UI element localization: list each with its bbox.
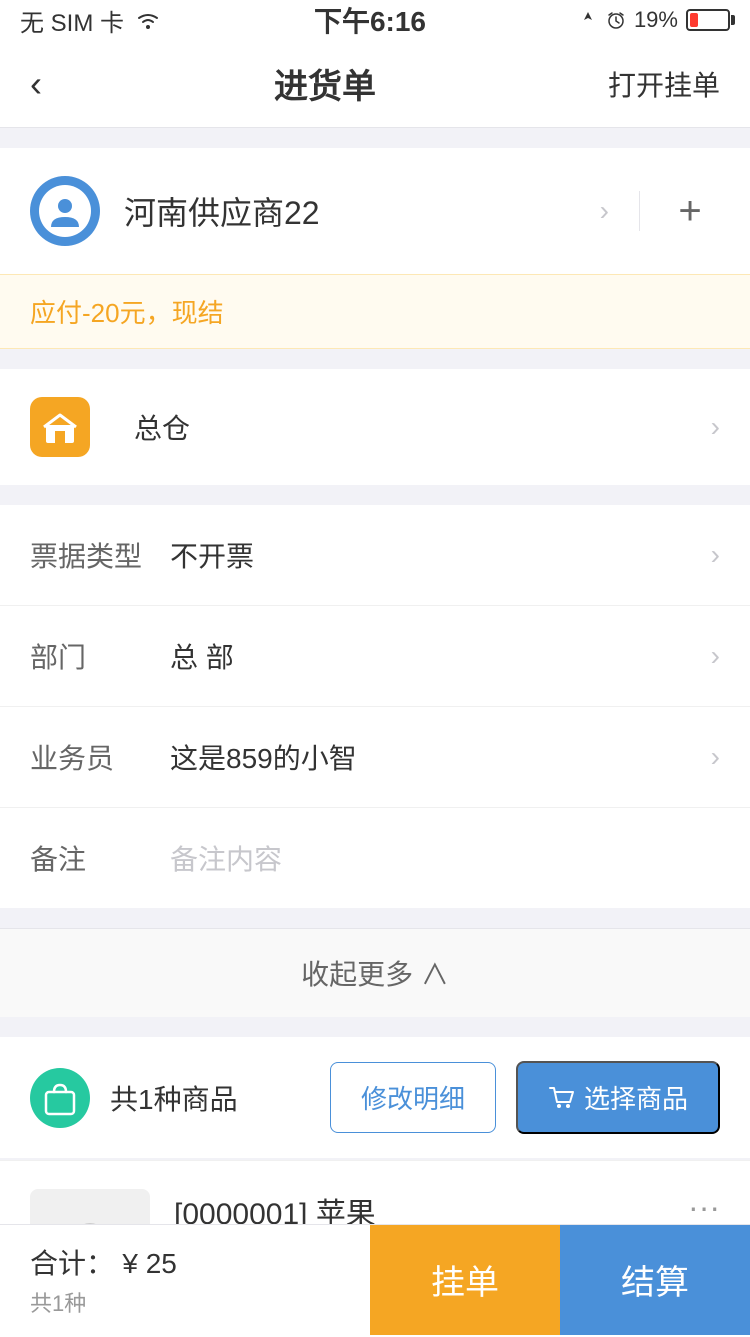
status-bar: 无 SIM 卡 下午6:16 19% (0, 0, 750, 40)
supplier-section: 河南供应商22 › + 应付-20元，现结 (0, 148, 750, 349)
nav-bar: ‹ 进货单 打开挂单 (0, 40, 750, 128)
collapse-toggle[interactable]: 收起更多 ∧ (0, 928, 750, 1017)
status-time: 下午6:16 (314, 0, 426, 40)
supplier-row: 河南供应商22 › + (0, 148, 750, 274)
status-carrier: 无 SIM 卡 (20, 3, 162, 38)
page-title: 进货单 (274, 59, 376, 108)
select-product-button[interactable]: 选择商品 (516, 1061, 720, 1134)
warehouse-icon (30, 397, 90, 457)
select-product-label: 选择商品 (584, 1079, 688, 1116)
person-icon (47, 193, 83, 229)
supplier-arrow-icon: › (600, 195, 609, 227)
salesperson-label: 业务员 (30, 737, 150, 777)
remark-placeholder[interactable]: 备注内容 (170, 838, 720, 878)
content: 河南供应商22 › + 应付-20元，现结 总仓 › 票据类型 不开票 › (0, 148, 750, 1337)
wifi-icon (134, 10, 162, 30)
checkout-button[interactable]: 结算 (560, 1225, 750, 1335)
warehouse-row[interactable]: 总仓 › (0, 369, 750, 485)
products-header: 共1种商品 修改明细 选择商品 (0, 1037, 750, 1158)
open-hang-button[interactable]: 打开挂单 (608, 64, 720, 104)
warehouse-section: 总仓 › (0, 369, 750, 485)
edit-detail-button[interactable]: 修改明细 (330, 1062, 496, 1133)
invoice-type-arrow-icon: › (711, 539, 720, 571)
bottom-bar: 合计： ¥ 25 共1种 挂单 结算 (0, 1224, 750, 1334)
total-count: 共1种 (30, 1286, 340, 1318)
invoice-type-row[interactable]: 票据类型 不开票 › (0, 505, 750, 606)
supplier-avatar (30, 176, 100, 246)
avatar-icon (39, 185, 91, 237)
department-label: 部门 (30, 636, 150, 676)
department-row[interactable]: 部门 总 部 › (0, 606, 750, 707)
total-amount: 合计： ¥ 25 (30, 1242, 340, 1282)
battery-icon (686, 9, 730, 31)
notice-banner: 应付-20元，现结 (0, 274, 750, 349)
back-button[interactable]: ‹ (30, 63, 42, 105)
salesperson-arrow-icon: › (711, 741, 720, 773)
remark-label: 备注 (30, 838, 150, 878)
product-menu-button[interactable]: ··· (688, 1189, 720, 1226)
shopping-bag-icon (42, 1080, 78, 1116)
invoice-type-value: 不开票 (170, 535, 711, 575)
form-section: 票据类型 不开票 › 部门 总 部 › 业务员 这是859的小智 › 备注 备注… (0, 505, 750, 908)
salesperson-row[interactable]: 业务员 这是859的小智 › (0, 707, 750, 808)
products-icon (30, 1068, 90, 1128)
department-value: 总 部 (170, 636, 711, 676)
supplier-name[interactable]: 河南供应商22 (124, 188, 600, 234)
status-indicators: 19% (578, 7, 730, 33)
total-area: 合计： ¥ 25 共1种 (0, 1242, 370, 1318)
invoice-type-label: 票据类型 (30, 535, 150, 575)
warehouse-name: 总仓 (134, 407, 711, 447)
warehouse-building-icon (42, 409, 78, 445)
products-count: 共1种商品 (110, 1078, 310, 1118)
add-supplier-button[interactable]: + (660, 181, 720, 241)
salesperson-value: 这是859的小智 (170, 737, 711, 777)
department-arrow-icon: › (711, 640, 720, 672)
cart-icon (548, 1084, 576, 1112)
alarm-icon (606, 10, 626, 30)
remark-row[interactable]: 备注 备注内容 (0, 808, 750, 908)
warehouse-arrow-icon: › (711, 411, 720, 443)
location-icon (578, 10, 598, 30)
divider (639, 191, 640, 231)
hang-button[interactable]: 挂单 (370, 1225, 560, 1335)
